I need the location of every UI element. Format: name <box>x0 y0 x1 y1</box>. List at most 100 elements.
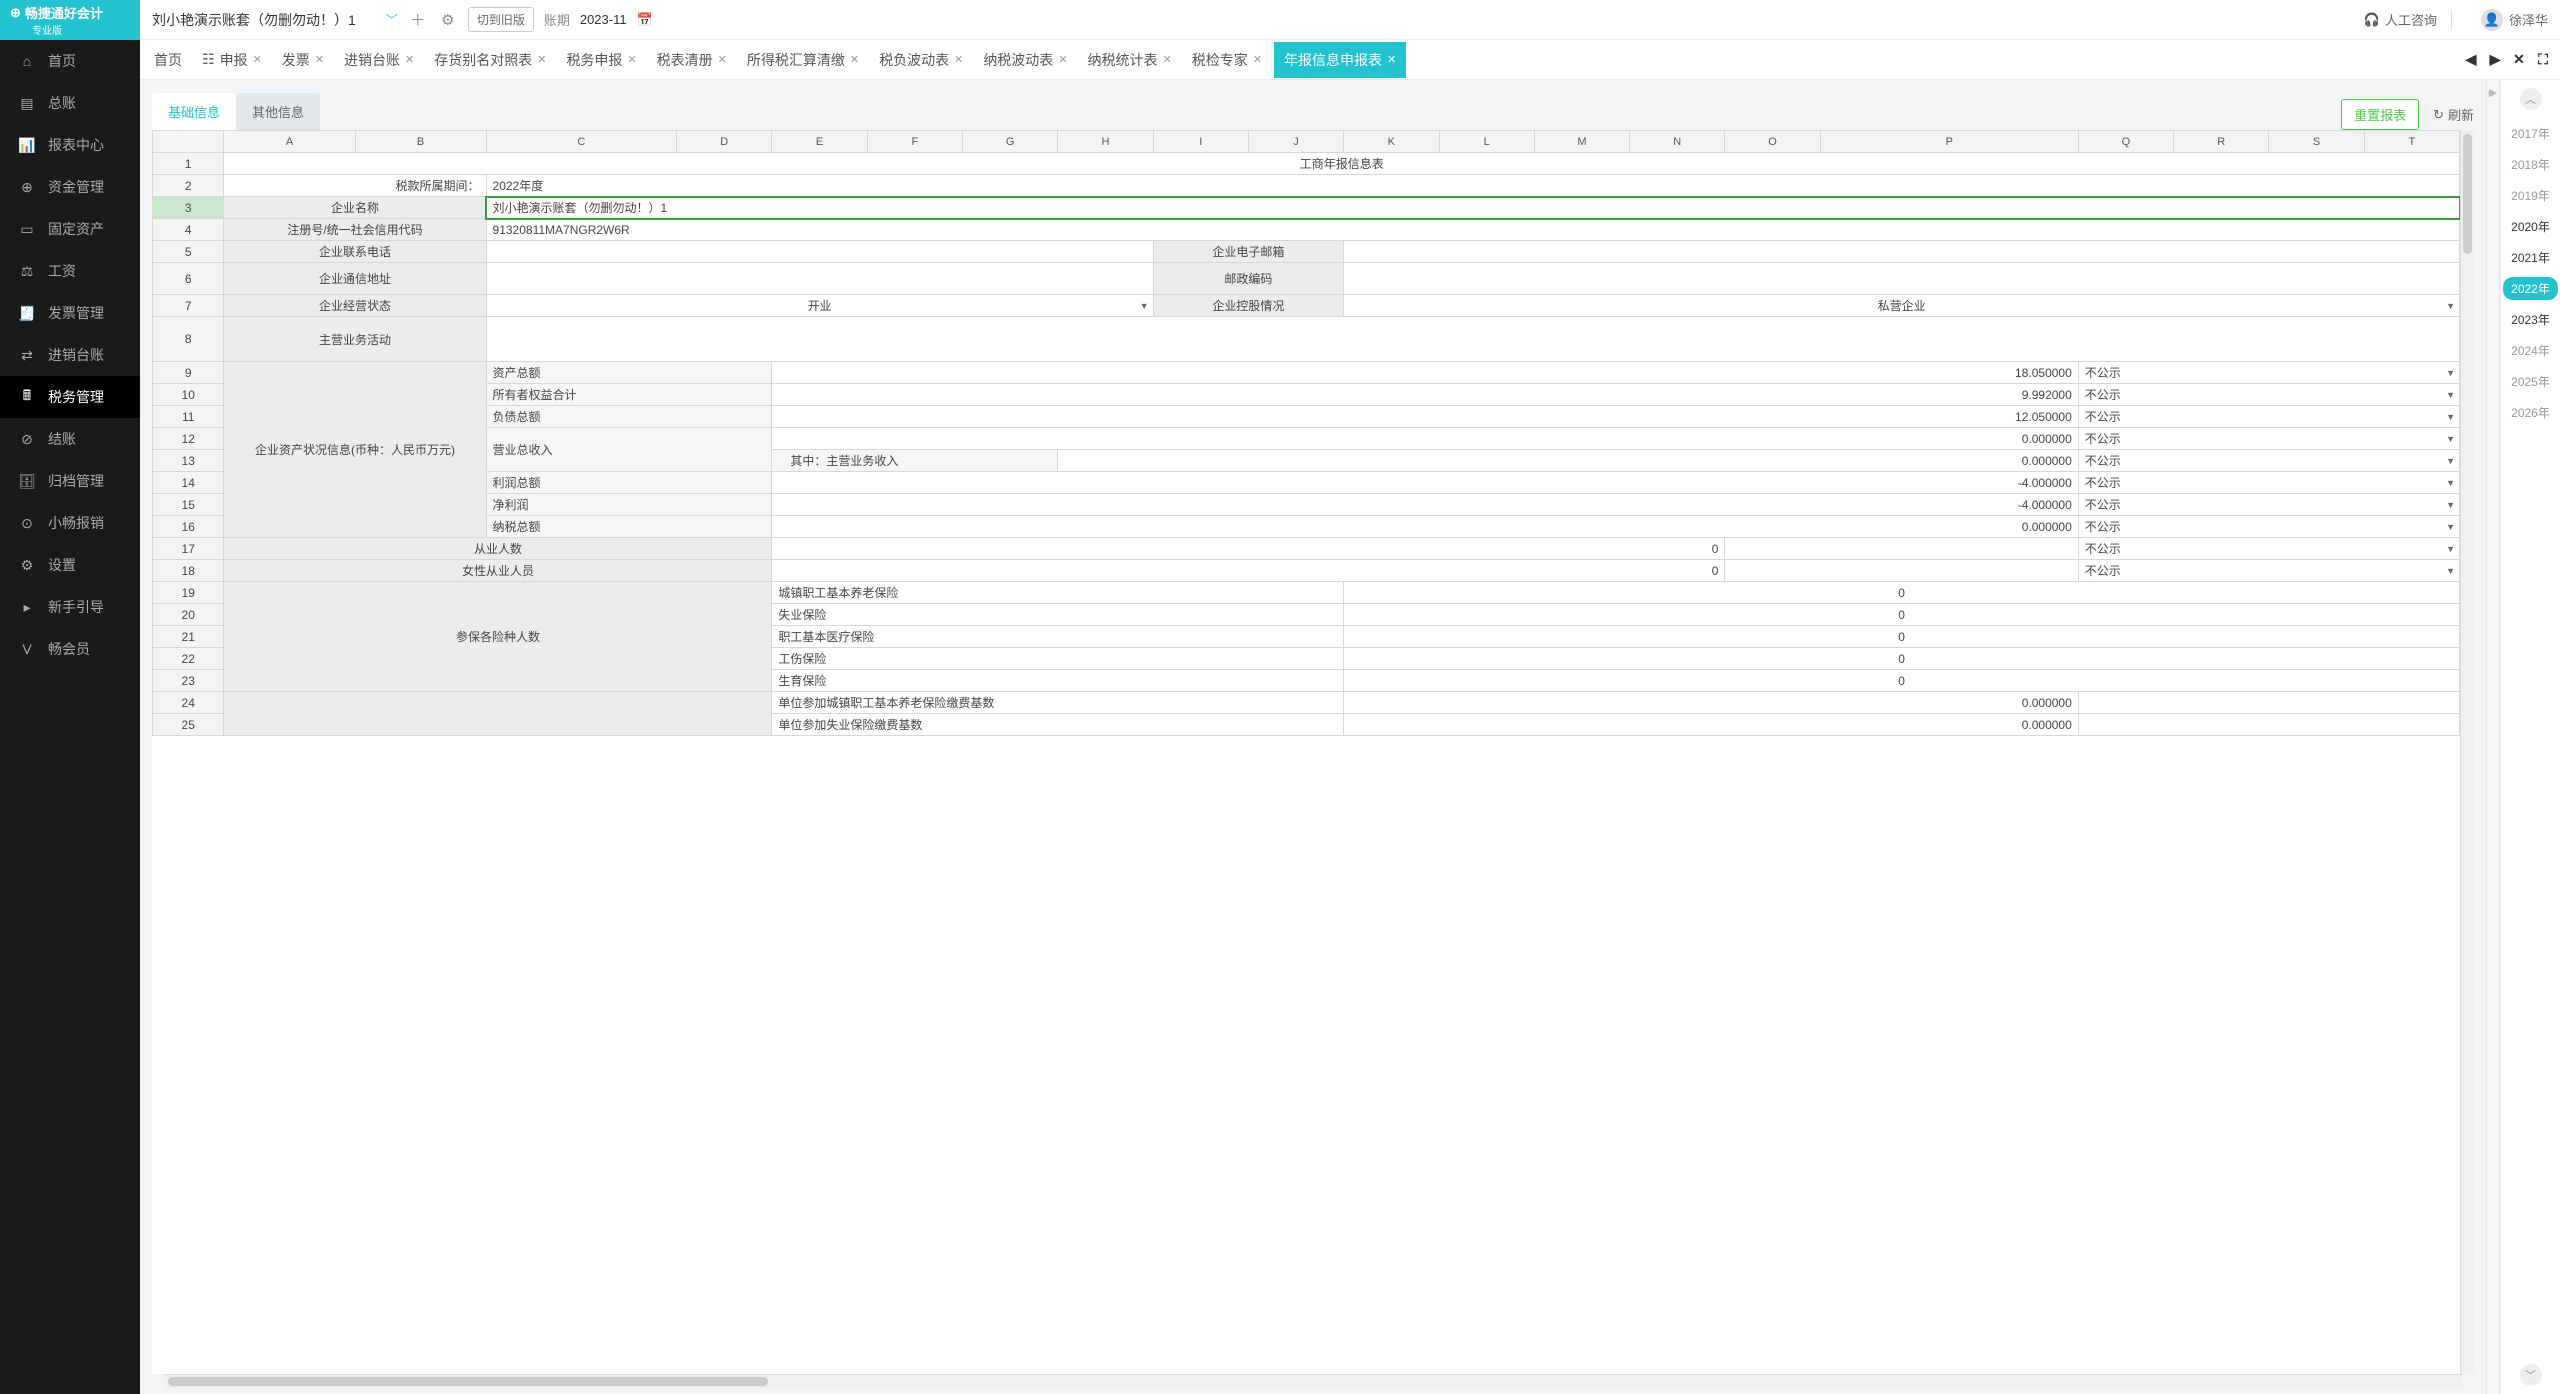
r12-val[interactable]: 0.000000 <box>772 428 2078 450</box>
close-icon[interactable]: ✕ <box>253 53 262 66</box>
period-value[interactable]: 2023-11 <box>580 12 627 27</box>
r19-val[interactable]: 0 <box>1344 582 2460 604</box>
spreadsheet[interactable]: A B C D E F G H I J <box>152 130 2460 1374</box>
regno-value[interactable]: 91320811MA7NGR2W6R <box>486 219 2459 241</box>
phone-value[interactable] <box>486 241 1153 263</box>
close-icon[interactable]: ✕ <box>1163 53 1172 66</box>
period-value-cell[interactable]: 2022年度 <box>486 175 2459 197</box>
switch-old-version[interactable]: 切到旧版 <box>468 7 534 32</box>
r22-val[interactable]: 0 <box>1344 648 2460 670</box>
sidebar-item-gear[interactable]: ⚙设置 <box>0 544 140 586</box>
close-icon[interactable]: ✕ <box>405 53 414 66</box>
row-header[interactable]: 9 <box>153 362 224 384</box>
subtab[interactable]: 基础信息 <box>152 93 236 130</box>
col-header[interactable]: I <box>1153 131 1248 153</box>
col-header[interactable]: C <box>486 131 677 153</box>
r21-val[interactable]: 0 <box>1344 626 2460 648</box>
close-icon[interactable]: ✕ <box>627 53 636 66</box>
year-item[interactable]: 2020年 <box>2505 215 2556 238</box>
row-header[interactable]: 14 <box>153 472 224 494</box>
subtab[interactable]: 其他信息 <box>236 93 320 130</box>
r15-dropdown[interactable]: 不公示▼ <box>2078 494 2459 516</box>
row-header[interactable]: 13 <box>153 450 224 472</box>
settings-icon[interactable]: ⚙ <box>438 10 458 30</box>
sidebar-item-tax[interactable]: 🖩税务管理 <box>0 376 140 418</box>
refresh-button[interactable]: ↻ 刷新 <box>2433 105 2474 124</box>
add-button[interactable]: ＋ <box>408 10 428 30</box>
row-header[interactable]: 1 <box>153 153 224 175</box>
col-header[interactable]: J <box>1248 131 1343 153</box>
row-header[interactable]: 4 <box>153 219 224 241</box>
col-header[interactable]: P <box>1820 131 2078 153</box>
r11-dropdown[interactable]: 不公示▼ <box>2078 406 2459 428</box>
col-header[interactable]: H <box>1058 131 1153 153</box>
r13-val[interactable]: 0.000000 <box>1058 450 2078 472</box>
sidebar-item-ledger[interactable]: ▤总账 <box>0 82 140 124</box>
r15-val[interactable]: -4.000000 <box>772 494 2078 516</box>
sidebar-item-salary[interactable]: ⚖工资 <box>0 250 140 292</box>
close-icon[interactable]: ✕ <box>315 53 324 66</box>
r10-dropdown[interactable]: 不公示▼ <box>2078 384 2459 406</box>
col-header[interactable]: S <box>2269 131 2364 153</box>
tab[interactable]: ☷申报✕ <box>194 46 270 74</box>
sidebar-item-close[interactable]: ⊘结账 <box>0 418 140 460</box>
account-selector[interactable]: 刘小艳演示账套（勿删勿动！）1 ﹀ <box>152 10 398 30</box>
horizontal-scrollbar[interactable] <box>164 1374 2462 1388</box>
year-item[interactable]: 2025年 <box>2505 370 2556 393</box>
sidebar-item-chart[interactable]: 📊报表中心 <box>0 124 140 166</box>
year-item[interactable]: 2021年 <box>2505 246 2556 269</box>
col-header[interactable]: Q <box>2078 131 2173 153</box>
row-header[interactable]: 17 <box>153 538 224 560</box>
col-header[interactable]: M <box>1534 131 1629 153</box>
close-icon[interactable]: ✕ <box>718 53 727 66</box>
r10-val[interactable]: 9.992000 <box>772 384 2078 406</box>
col-header[interactable]: F <box>867 131 962 153</box>
tabs-prev[interactable]: ◀ <box>2460 49 2482 71</box>
addr-value[interactable] <box>486 263 1153 295</box>
zip-value[interactable] <box>1344 263 2460 295</box>
sidebar-item-home[interactable]: ⌂首页 <box>0 40 140 82</box>
mainbiz-value[interactable] <box>486 317 2459 362</box>
r23-val[interactable]: 0 <box>1344 670 2460 692</box>
tab[interactable]: 税检专家✕ <box>1184 46 1270 74</box>
close-icon[interactable]: ✕ <box>1058 53 1067 66</box>
col-header[interactable]: R <box>2174 131 2269 153</box>
r24-val[interactable]: 0.000000 <box>1344 692 2079 714</box>
tab[interactable]: 纳税波动表✕ <box>975 46 1075 74</box>
row-header[interactable]: 5 <box>153 241 224 263</box>
tab[interactable]: 税负波动表✕ <box>871 46 971 74</box>
r18-val[interactable]: 0 <box>772 560 1725 582</box>
sidebar-item-stamp[interactable]: ⊙小畅报销 <box>0 502 140 544</box>
row-header[interactable]: 18 <box>153 560 224 582</box>
row-header[interactable]: 2 <box>153 175 224 197</box>
row-header[interactable]: 6 <box>153 263 224 295</box>
close-icon[interactable]: ✕ <box>1253 53 1262 66</box>
tabs-next[interactable]: ▶ <box>2484 49 2506 71</box>
close-icon[interactable]: ✕ <box>1387 53 1396 66</box>
tab[interactable]: 进销台账✕ <box>336 46 422 74</box>
row-header[interactable]: 7 <box>153 295 224 317</box>
close-icon[interactable]: ✕ <box>850 53 859 66</box>
row-header[interactable]: 15 <box>153 494 224 516</box>
holding-dropdown[interactable]: 私营企业▼ <box>1344 295 2460 317</box>
sidebar-item-vip[interactable]: V畅会员 <box>0 628 140 670</box>
tabs-close-all[interactable]: ✕ <box>2508 49 2530 71</box>
close-icon[interactable]: ✕ <box>954 53 963 66</box>
col-header[interactable]: G <box>963 131 1058 153</box>
r14-val[interactable]: -4.000000 <box>772 472 2078 494</box>
r9-val[interactable]: 18.050000 <box>772 362 2078 384</box>
company-value[interactable]: 刘小艳演示账套（勿删勿动！）1 <box>486 197 2459 219</box>
year-item[interactable]: 2022年 <box>2503 277 2558 300</box>
tab[interactable]: 税务申报✕ <box>558 46 644 74</box>
col-header[interactable]: L <box>1439 131 1534 153</box>
fullscreen-icon[interactable]: ⛶ <box>2532 49 2554 71</box>
row-header[interactable]: 12 <box>153 428 224 450</box>
year-up[interactable]: ︿ <box>2520 88 2542 110</box>
tab[interactable]: 年报信息申报表✕ <box>1274 42 1406 78</box>
tab[interactable]: 税表清册✕ <box>649 46 735 74</box>
tab[interactable]: 发票✕ <box>274 46 332 74</box>
col-header[interactable]: B <box>355 131 486 153</box>
r17-dropdown[interactable]: 不公示▼ <box>2078 538 2459 560</box>
year-item[interactable]: 2026年 <box>2505 401 2556 424</box>
year-item[interactable]: 2017年 <box>2505 122 2556 145</box>
